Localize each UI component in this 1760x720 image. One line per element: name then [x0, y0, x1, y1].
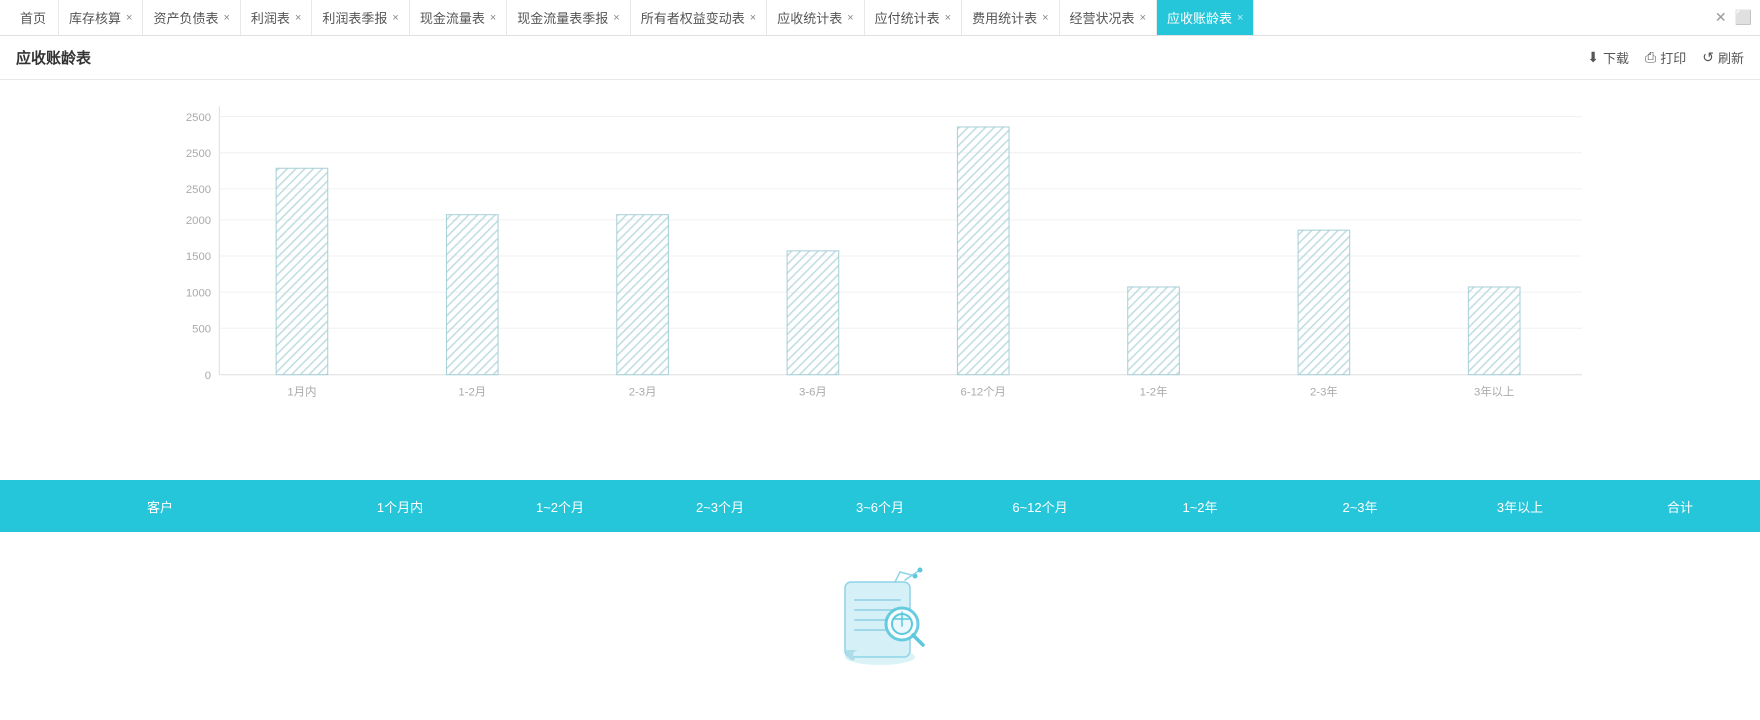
tab-equity[interactable]: 所有者权益变动表 × — [631, 0, 767, 36]
svg-text:2500: 2500 — [186, 184, 211, 196]
refresh-icon: ↺ — [1702, 49, 1714, 66]
bar-1-month — [276, 168, 328, 374]
th-2-3year: 2~3年 — [1280, 497, 1440, 516]
th-3-6month: 3~6个月 — [800, 497, 960, 516]
tab-inventory-close[interactable]: × — [126, 12, 132, 24]
th-1-2year: 1~2年 — [1120, 497, 1280, 516]
empty-icon — [820, 562, 940, 672]
bar-2-3-year — [1298, 230, 1350, 375]
bar-2-3-month — [617, 215, 669, 375]
print-icon: ⎙ — [1645, 49, 1656, 66]
print-label: 打印 — [1660, 48, 1686, 67]
x-label-1month: 1月内 — [287, 384, 316, 398]
bar-3-6-month — [787, 251, 839, 375]
tab-cashflow-label: 现金流量表 — [420, 8, 485, 27]
x-label-2-3month: 2-3月 — [629, 386, 657, 398]
x-label-3year-plus: 3年以上 — [1474, 384, 1514, 398]
tab-ar-stat-close[interactable]: × — [847, 12, 853, 24]
svg-text:2000: 2000 — [186, 215, 211, 227]
tab-expense-stat-close[interactable]: × — [1042, 12, 1048, 24]
svg-text:500: 500 — [192, 323, 211, 335]
tab-ar-aging-label: 应收账龄表 — [1167, 8, 1232, 27]
window-maximize-icon[interactable]: ⬜ — [1735, 9, 1752, 26]
tab-ap-stat-close[interactable]: × — [945, 12, 951, 24]
print-button[interactable]: ⎙ 打印 — [1645, 48, 1686, 67]
download-icon: ⬇ — [1587, 49, 1599, 66]
th-total: 合计 — [1600, 497, 1760, 516]
bar-1-2-year — [1128, 287, 1180, 375]
tab-profit-label: 利润表 — [251, 8, 290, 27]
x-label-1-2month: 1-2月 — [458, 386, 486, 398]
tab-expense-stat[interactable]: 费用统计表 × — [962, 0, 1059, 36]
tab-ap-stat-label: 应付统计表 — [875, 8, 940, 27]
tab-bar: 首页 库存核算 × 资产负债表 × 利润表 × 利润表季报 × 现金流量表 × … — [0, 0, 1760, 36]
window-close-icon[interactable]: ✕ — [1715, 9, 1727, 26]
tab-profit[interactable]: 利润表 × — [241, 0, 312, 36]
tab-equity-close[interactable]: × — [750, 12, 756, 24]
bar-1-2-month — [446, 215, 498, 375]
x-label-3-6month: 3-6月 — [799, 386, 827, 398]
x-label-1-2year: 1-2年 — [1140, 384, 1168, 398]
th-6-12month: 6~12个月 — [960, 497, 1120, 516]
x-label-6-12month: 6-12个月 — [961, 385, 1006, 398]
tab-inventory-label: 库存核算 — [69, 8, 121, 27]
th-3year-plus: 3年以上 — [1440, 497, 1600, 516]
tab-inventory[interactable]: 库存核算 × — [59, 0, 143, 36]
svg-text:1500: 1500 — [186, 251, 211, 263]
tab-cashflow-quarterly-label: 现金流量表季报 — [517, 8, 608, 27]
tab-operations-close[interactable]: × — [1140, 12, 1146, 24]
tab-operations[interactable]: 经营状况表 × — [1060, 0, 1157, 36]
download-label: 下载 — [1603, 48, 1629, 67]
th-1-2month: 1~2个月 — [480, 497, 640, 516]
tab-cashflow-quarterly[interactable]: 现金流量表季报 × — [507, 0, 630, 36]
main-content: 2500 2500 2500 2000 1500 1000 500 0 — [0, 80, 1760, 720]
th-1month: 1个月内 — [320, 497, 480, 516]
tab-profit-quarterly-label: 利润表季报 — [322, 8, 387, 27]
tab-ar-aging[interactable]: 应收账龄表 × — [1157, 0, 1254, 36]
tab-profit-quarterly[interactable]: 利润表季报 × — [312, 0, 409, 36]
tab-ap-stat[interactable]: 应付统计表 × — [865, 0, 962, 36]
tab-cashflow-close[interactable]: × — [490, 12, 496, 24]
tab-balance-label: 资产负债表 — [153, 8, 218, 27]
bar-3-year-plus — [1468, 287, 1520, 375]
x-label-2-3year: 2-3年 — [1310, 384, 1338, 398]
table-header: 客户 1个月内 1~2个月 2~3个月 3~6个月 6~12个月 1~2年 2~… — [0, 480, 1760, 532]
window-controls: ✕ ⬜ — [1715, 9, 1752, 26]
tab-cashflow-quarterly-close[interactable]: × — [613, 12, 619, 24]
tab-balance-close[interactable]: × — [223, 12, 229, 24]
download-button[interactable]: ⬇ 下载 — [1587, 48, 1629, 67]
th-2-3month: 2~3个月 — [640, 497, 800, 516]
refresh-button[interactable]: ↺ 刷新 — [1702, 48, 1744, 67]
tab-balance-sheet[interactable]: 资产负债表 × — [143, 0, 240, 36]
svg-text:2500: 2500 — [186, 148, 211, 160]
svg-text:0: 0 — [205, 370, 211, 382]
tab-ar-stat[interactable]: 应收统计表 × — [767, 0, 864, 36]
tab-equity-label: 所有者权益变动表 — [641, 8, 745, 27]
page-title: 应收账龄表 — [16, 47, 91, 68]
bar-chart: 2500 2500 2500 2000 1500 1000 500 0 — [20, 96, 1740, 416]
bar-6-12-month — [957, 127, 1009, 375]
tab-home-label: 首页 — [20, 8, 46, 27]
tab-profit-quarterly-close[interactable]: × — [392, 12, 398, 24]
th-customer: 客户 — [0, 497, 320, 516]
chart-area: 2500 2500 2500 2000 1500 1000 500 0 — [0, 80, 1760, 480]
refresh-label: 刷新 — [1718, 48, 1744, 67]
svg-text:1000: 1000 — [186, 287, 211, 299]
tab-ar-aging-close[interactable]: × — [1237, 12, 1243, 24]
empty-state — [0, 532, 1760, 702]
tab-home[interactable]: 首页 — [8, 0, 59, 36]
tab-ar-stat-label: 应收统计表 — [777, 8, 842, 27]
tab-cashflow[interactable]: 现金流量表 × — [410, 0, 507, 36]
tab-profit-close[interactable]: × — [295, 12, 301, 24]
page-actions: ⬇ 下载 ⎙ 打印 ↺ 刷新 — [1587, 48, 1744, 67]
tab-expense-stat-label: 费用统计表 — [972, 8, 1037, 27]
tab-operations-label: 经营状况表 — [1070, 8, 1135, 27]
page-header: 应收账龄表 ⬇ 下载 ⎙ 打印 ↺ 刷新 — [0, 36, 1760, 80]
svg-text:2500: 2500 — [186, 112, 211, 124]
